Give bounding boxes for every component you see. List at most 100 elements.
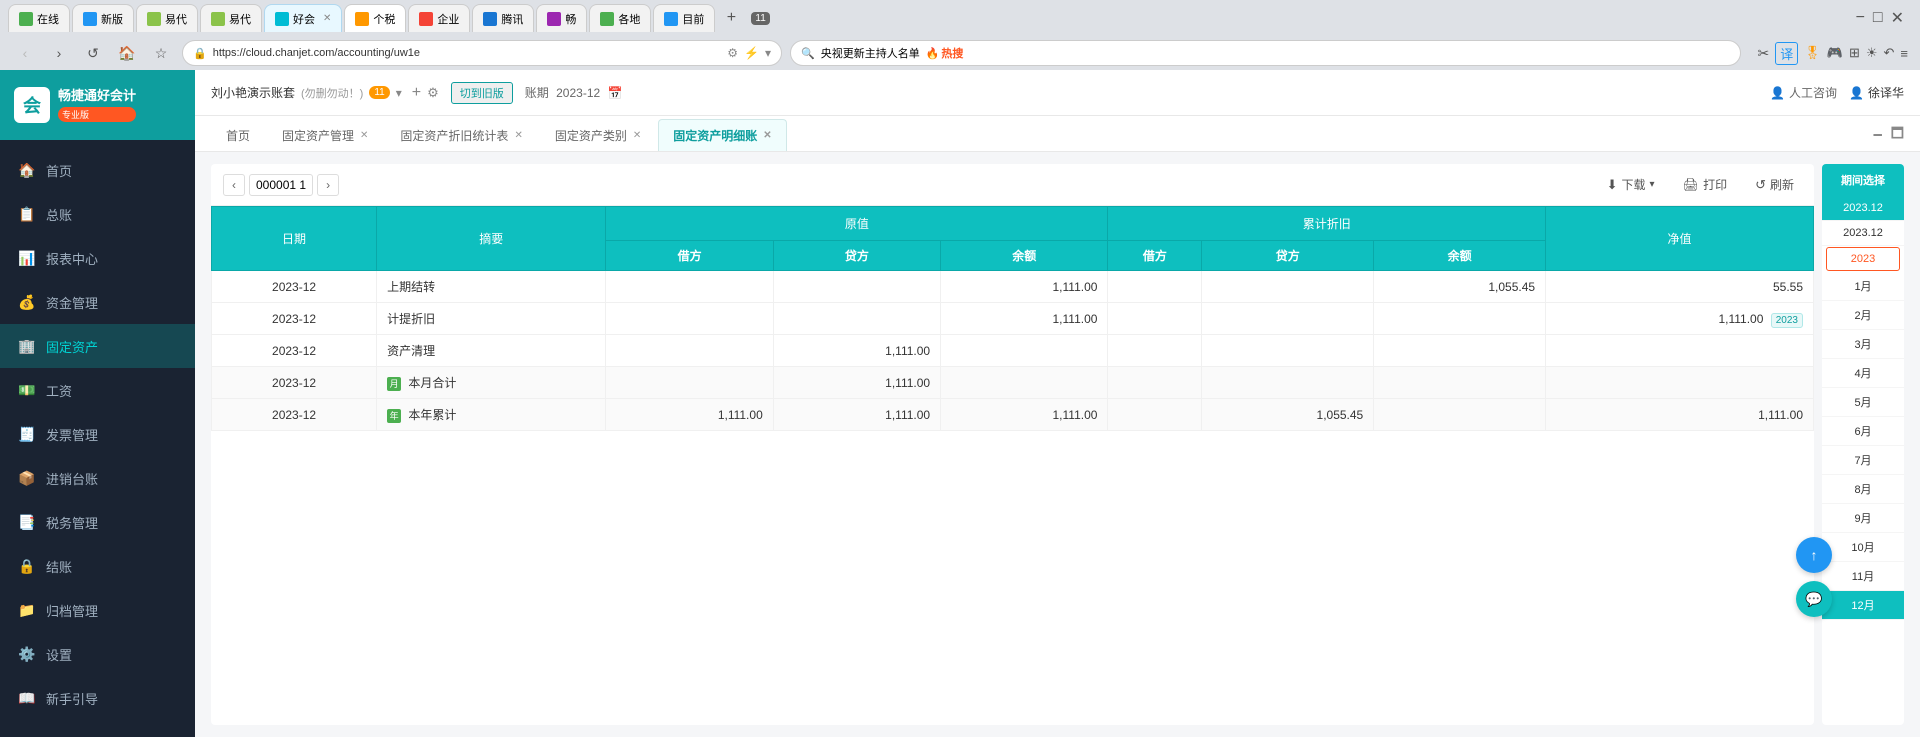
download-button[interactable]: ⬇ 下载 ▾ [1599,172,1663,197]
menu-icon[interactable]: ≡ [1900,46,1908,61]
period-item-11[interactable]: 11月 [1822,562,1904,591]
undo-icon[interactable]: ↶ [1884,45,1895,61]
collapse-panel-icon[interactable]: 🗕 [1873,123,1883,147]
account-add-icon[interactable]: + [412,84,421,102]
sidebar-logo[interactable]: 会 畅捷通好会计 专业版 [0,70,195,140]
period-item-8[interactable]: 8月 [1822,475,1904,504]
sidebar-item-payroll[interactable]: 💵 工资 [0,368,195,412]
cell-net-value: 1,111.00 2023 [1546,303,1814,335]
period-edit-icon[interactable]: 📅 [608,86,623,100]
sidebar-item-fund-management[interactable]: 💰 资金管理 [0,280,195,324]
window-close-button[interactable]: ✕ [1891,8,1904,28]
scissors-icon[interactable]: ✂ [1757,45,1769,62]
sidebar-item-settings[interactable]: ⚙️ 设置 [0,632,195,676]
sun-icon[interactable]: ☀ [1866,45,1878,61]
tab-fixed-asset-category[interactable]: 固定资产类别 ✕ [540,119,656,151]
sidebar-item-reports[interactable]: 📊 报表中心 [0,236,195,280]
tab-fixed-asset-ledger[interactable]: 固定资产明细账 ✕ [658,119,786,151]
sidebar-item-label: 税务管理 [46,513,98,532]
refresh-label: 刷新 [1770,176,1794,193]
back-button[interactable]: ‹ [12,40,38,66]
tab-home[interactable]: 首页 [211,119,265,151]
sidebar-item-tax-management[interactable]: 📑 税务管理 [0,500,195,544]
bookmark-button[interactable]: ☆ [148,40,174,66]
browser-tab-yidai1[interactable]: 易代 [136,4,198,32]
account-dropdown-icon[interactable]: ▾ [396,86,402,100]
sidebar-item-fixed-assets[interactable]: 🏢 固定资产 [0,324,195,368]
tab-close-icon[interactable]: ✕ [360,130,368,141]
window-minimize-button[interactable]: − [1856,9,1865,27]
tab-fixed-asset-mgmt[interactable]: 固定资产管理 ✕ [267,119,383,151]
browser-tab-tengxun[interactable]: 腾讯 [472,4,534,32]
tab-fixed-asset-depreciation[interactable]: 固定资产折旧统计表 ✕ [385,119,537,151]
url-dropdown-icon[interactable]: ▾ [765,46,771,60]
tab-label: 目前 [682,11,704,27]
tab-close-icon[interactable]: ✕ [323,13,331,24]
tab-close-icon[interactable]: ✕ [763,130,771,141]
period-item-12[interactable]: 12月 [1822,591,1904,620]
browser-tab-yidai2[interactable]: 易代 [200,4,262,32]
browser-tab-qiye[interactable]: 企业 [408,4,470,32]
period-item-1[interactable]: 1月 [1822,272,1904,301]
sidebar-item-invoice-management[interactable]: 🧾 发票管理 [0,412,195,456]
prev-page-button[interactable]: ‹ [223,174,245,196]
print-button[interactable]: 🖨 打印 [1675,172,1736,197]
service-button[interactable]: 👤 人工咨询 [1770,84,1837,101]
settings-icon: ⚙️ [18,645,36,663]
cell-acc-debit [1108,335,1202,367]
cell-acc-balance [1374,367,1546,399]
browser-tab-gedi[interactable]: 各地 [589,4,651,32]
browser-tab-shenmu[interactable]: 目前 [653,4,715,32]
refresh-button[interactable]: ↺ 刷新 [1747,172,1802,197]
browser-tab-haohao[interactable]: 好会 ✕ [264,4,342,32]
sidebar-item-guide[interactable]: 📖 新手引导 [0,676,195,720]
period-item-6[interactable]: 6月 [1822,417,1904,446]
cell-orig-debit [606,271,773,303]
account-settings-icon[interactable]: ⚙ [427,85,439,101]
fab-up-button[interactable]: ↑ [1796,537,1832,573]
period-item-10[interactable]: 10月 [1822,533,1904,562]
user-profile-button[interactable]: 👤 徐译华 [1849,84,1904,101]
period-item-5[interactable]: 5月 [1822,388,1904,417]
url-bar[interactable]: 🔒 https://cloud.chanjet.com/accounting/u… [182,40,782,66]
period-item-3[interactable]: 3月 [1822,330,1904,359]
sidebar-item-home[interactable]: 🏠 首页 [0,148,195,192]
browser-tab-chang[interactable]: 畅 [536,4,587,32]
period-item-2023[interactable]: 2023 [1826,247,1900,271]
cell-acc-debit [1108,399,1202,431]
sidebar-item-general-ledger[interactable]: 📋 总账 [0,192,195,236]
period-item-2[interactable]: 2月 [1822,301,1904,330]
browser-tab-zaixian[interactable]: 在线 [8,4,70,32]
period-item-2023-12-top[interactable]: 2023.12 [1822,196,1904,221]
expand-panel-icon[interactable]: 🗖 [1891,123,1904,147]
search-bar[interactable]: 🔍 央视更新主持人名单 🔥 热搜 [790,40,1741,66]
reload-button[interactable]: ↺ [80,40,106,66]
tab-close-icon[interactable]: ✕ [633,130,641,141]
tab-close-icon[interactable]: ✕ [514,130,522,141]
browser-tab-geshui[interactable]: 个税 [344,4,406,32]
period-item-9[interactable]: 9月 [1822,504,1904,533]
period-item-4[interactable]: 4月 [1822,359,1904,388]
table-header-row-main: 日期 摘要 原值 累计折旧 净值 [212,207,1814,241]
grid-icon[interactable]: ⊞ [1849,45,1860,61]
browser-tab-xin[interactable]: 新版 [72,4,134,32]
window-maximize-button[interactable]: □ [1873,9,1883,27]
tab-label: 固定资产折旧统计表 [400,127,508,144]
sidebar-item-period-end[interactable]: 🔒 结账 [0,544,195,588]
home-button[interactable]: 🏠 [114,40,140,66]
fab-feedback-button[interactable]: 💬 [1796,581,1832,617]
tab-favicon [483,12,497,26]
next-page-button[interactable]: › [317,174,339,196]
forward-button[interactable]: › [46,40,72,66]
switch-version-button[interactable]: 切到旧版 [451,82,513,104]
cell-summary: 年 本年累计 [377,399,606,431]
period-item-2023-12-2[interactable]: 2023.12 [1822,221,1904,246]
period-item-7[interactable]: 7月 [1822,446,1904,475]
new-tab-button[interactable]: + [717,4,745,32]
reward-icon[interactable]: 🎖 [1804,45,1821,61]
translate-icon[interactable]: 译 [1775,42,1798,65]
sidebar-item-purchase-sale[interactable]: 📦 进销台账 [0,456,195,500]
period-panel: 期间选择 2023.12 2023.12 2023 1月 2月 3月 4月 5月… [1822,164,1904,725]
game-icon[interactable]: 🎮 [1827,45,1843,61]
sidebar-item-archive[interactable]: 📁 归档管理 [0,588,195,632]
